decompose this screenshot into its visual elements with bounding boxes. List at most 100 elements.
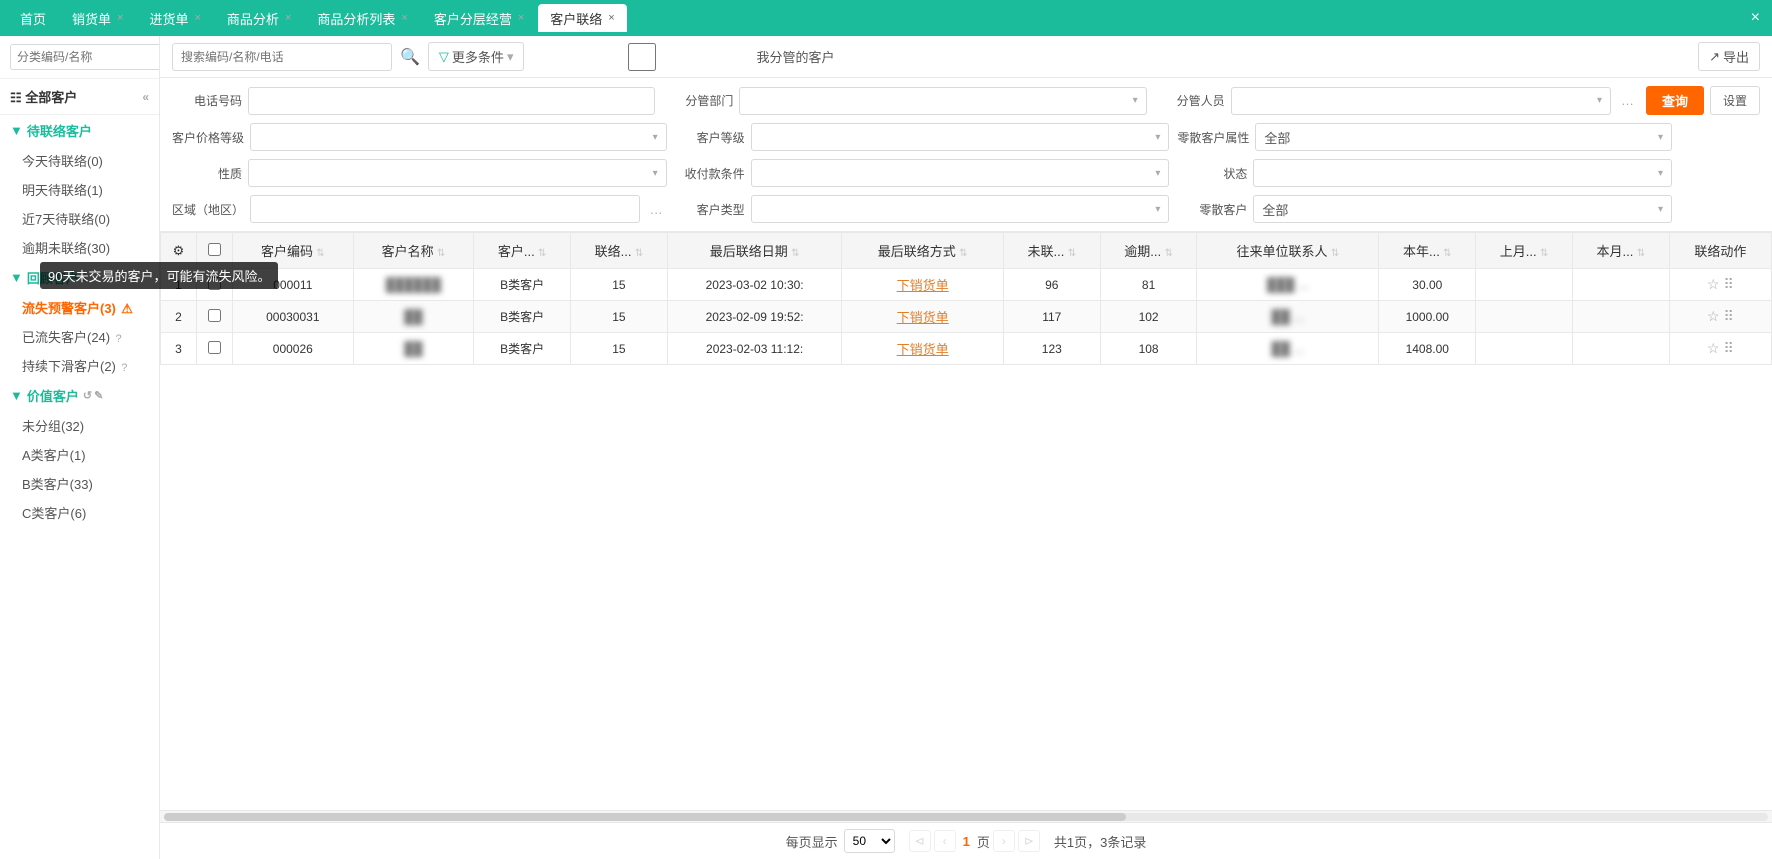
tab-customer-tier-label: 客户分层经营: [434, 9, 512, 28]
sidebar-all-customers[interactable]: ☷ 全部客户 «: [0, 79, 159, 115]
contact-icon[interactable]: ☆: [1707, 276, 1720, 293]
prev-page-btn[interactable]: ‹: [934, 830, 956, 852]
sidebar-item-declining[interactable]: 持续下滑客户(2) ?: [0, 351, 159, 380]
tab-purchase-close[interactable]: ×: [194, 12, 200, 24]
row-checkbox[interactable]: [197, 333, 233, 365]
row-code: 000026: [233, 333, 354, 365]
col-contact-count[interactable]: 联络... ⇅: [571, 233, 668, 269]
col-last-month[interactable]: 上月... ⇅: [1476, 233, 1573, 269]
manager-more-icon[interactable]: …: [1617, 93, 1638, 108]
horizontal-scrollbar[interactable]: [160, 810, 1772, 822]
search-icon[interactable]: 🔍: [400, 47, 420, 67]
row-last-month: [1476, 269, 1573, 301]
more-actions-icon[interactable]: ⠿: [1724, 308, 1734, 325]
region-select[interactable]: [250, 195, 640, 223]
tab-analysis-label: 商品分析: [227, 9, 279, 28]
dept-chevron-icon: ▾: [1133, 95, 1138, 106]
col-name[interactable]: 客户名称 ⇅: [353, 233, 474, 269]
col-unit-contact[interactable]: 往来单位联系人 ⇅: [1197, 233, 1379, 269]
question-icon[interactable]: ?: [115, 333, 121, 345]
tab-analysis-list-close[interactable]: ×: [401, 12, 407, 24]
col-not-contact[interactable]: 未联... ⇅: [1003, 233, 1100, 269]
my-customers-checkbox[interactable]: [532, 43, 752, 71]
select-all-checkbox[interactable]: [208, 243, 221, 256]
sidebar-item-no-group[interactable]: 未分组(32): [0, 411, 159, 440]
action-buttons: 查询 设置: [1646, 86, 1760, 115]
zero-customer-select[interactable]: 全部 ▾: [1253, 195, 1672, 223]
zero-attr-select[interactable]: 全部 ▾: [1255, 123, 1672, 151]
contact-icon[interactable]: ☆: [1707, 340, 1720, 357]
status-select[interactable]: ▾: [1253, 159, 1672, 187]
my-customers-check[interactable]: 我分管的客户: [532, 43, 834, 71]
tab-analysis[interactable]: 商品分析 ×: [215, 4, 303, 32]
refresh-icon[interactable]: ↺: [83, 389, 92, 402]
col-overdue[interactable]: 逾期... ⇅: [1100, 233, 1197, 269]
row-actions: ☆ ⠿: [1669, 333, 1771, 365]
tab-purchase[interactable]: 进货单 ×: [137, 4, 212, 32]
tab-sales[interactable]: 销货单 ×: [60, 4, 135, 32]
tab-customer-tier[interactable]: 客户分层经营 ×: [422, 4, 536, 32]
edit-icon[interactable]: ✎: [94, 389, 103, 402]
col-type[interactable]: 客户... ⇅: [474, 233, 571, 269]
tab-customer-contact[interactable]: 客户联络 ×: [538, 4, 626, 32]
close-all-tabs[interactable]: ×: [1747, 5, 1764, 31]
customer-grade-select[interactable]: ▾: [751, 123, 1170, 151]
sidebar-item-c-class[interactable]: C类客户(6): [0, 498, 159, 527]
gender-select[interactable]: ▾: [248, 159, 667, 187]
phone-input[interactable]: [248, 87, 655, 115]
tab-sales-label: 销货单: [72, 9, 111, 28]
sidebar-search-input[interactable]: [10, 44, 160, 70]
col-last-method[interactable]: 最后联络方式 ⇅: [842, 233, 1003, 269]
row-last-method[interactable]: 下销货单: [842, 301, 1003, 333]
col-this-year[interactable]: 本年... ⇅: [1379, 233, 1476, 269]
row-type: B类客户: [474, 301, 571, 333]
last-page-btn[interactable]: ⊳: [1018, 830, 1040, 852]
tab-home[interactable]: 首页: [8, 4, 58, 32]
query-btn[interactable]: 查询: [1646, 86, 1704, 115]
more-actions-icon[interactable]: ⠿: [1724, 340, 1734, 357]
sidebar-group-value[interactable]: ▼ 价值客户 ↺ ✎: [0, 380, 159, 411]
tab-sales-close[interactable]: ×: [117, 12, 123, 24]
tab-analysis-list[interactable]: 商品分析列表 ×: [305, 4, 419, 32]
manager-select[interactable]: ▾: [1231, 87, 1611, 115]
contact-icon[interactable]: ☆: [1707, 308, 1720, 325]
col-last-date[interactable]: 最后联络日期 ⇅: [667, 233, 842, 269]
row-checkbox[interactable]: [197, 301, 233, 333]
row-overdue: 108: [1100, 333, 1197, 365]
row-overdue: 81: [1100, 269, 1197, 301]
more-actions-icon[interactable]: ⠿: [1724, 276, 1734, 293]
sidebar-item-today[interactable]: 今天待联络(0): [0, 146, 159, 175]
dept-select[interactable]: ▾: [739, 87, 1146, 115]
row-last-method[interactable]: 下销货单: [842, 333, 1003, 365]
per-page-select[interactable]: 50 100 200: [844, 829, 895, 853]
sidebar-item-a-class[interactable]: A类客户(1): [0, 440, 159, 469]
price-grade-select[interactable]: ▾: [250, 123, 667, 151]
scrollbar-track[interactable]: [164, 813, 1768, 821]
sidebar-item-b-class[interactable]: B类客户(33): [0, 469, 159, 498]
sidebar-group-pending[interactable]: ▼ 待联络客户: [0, 115, 159, 146]
customer-type-select[interactable]: ▾: [751, 195, 1170, 223]
col-this-month[interactable]: 本月... ⇅: [1572, 233, 1669, 269]
row-last-method[interactable]: 下销货单: [842, 269, 1003, 301]
export-btn[interactable]: ↗ 导出: [1698, 42, 1760, 71]
tab-customer-tier-close[interactable]: ×: [518, 12, 524, 24]
sidebar-item-overdue[interactable]: 逾期未联络(30): [0, 233, 159, 262]
sidebar-item-tomorrow[interactable]: 明天待联络(1): [0, 175, 159, 204]
sidebar-collapse-icon[interactable]: «: [142, 90, 149, 104]
scrollbar-thumb[interactable]: [164, 813, 1126, 821]
tab-customer-contact-close[interactable]: ×: [608, 12, 614, 24]
sidebar-item-churn-warning[interactable]: 流失预警客户(3) ⚠: [0, 293, 159, 322]
payment-select[interactable]: ▾: [751, 159, 1170, 187]
region-more-icon[interactable]: …: [646, 202, 667, 217]
sidebar-item-churned[interactable]: 已流失客户(24) ?: [0, 322, 159, 351]
first-page-btn[interactable]: ⊲: [909, 830, 931, 852]
zero-attr-value: 全部: [1264, 128, 1658, 147]
more-conditions-btn[interactable]: ▽ 更多条件 ▾: [428, 42, 525, 71]
next-page-btn[interactable]: ›: [993, 830, 1015, 852]
question-icon-2[interactable]: ?: [121, 362, 127, 374]
tab-analysis-close[interactable]: ×: [285, 12, 291, 24]
search-input[interactable]: [172, 43, 392, 71]
sidebar-item-7days[interactable]: 近7天待联络(0): [0, 204, 159, 233]
export-icon: ↗: [1709, 49, 1720, 65]
settings-btn[interactable]: 设置: [1710, 86, 1760, 115]
